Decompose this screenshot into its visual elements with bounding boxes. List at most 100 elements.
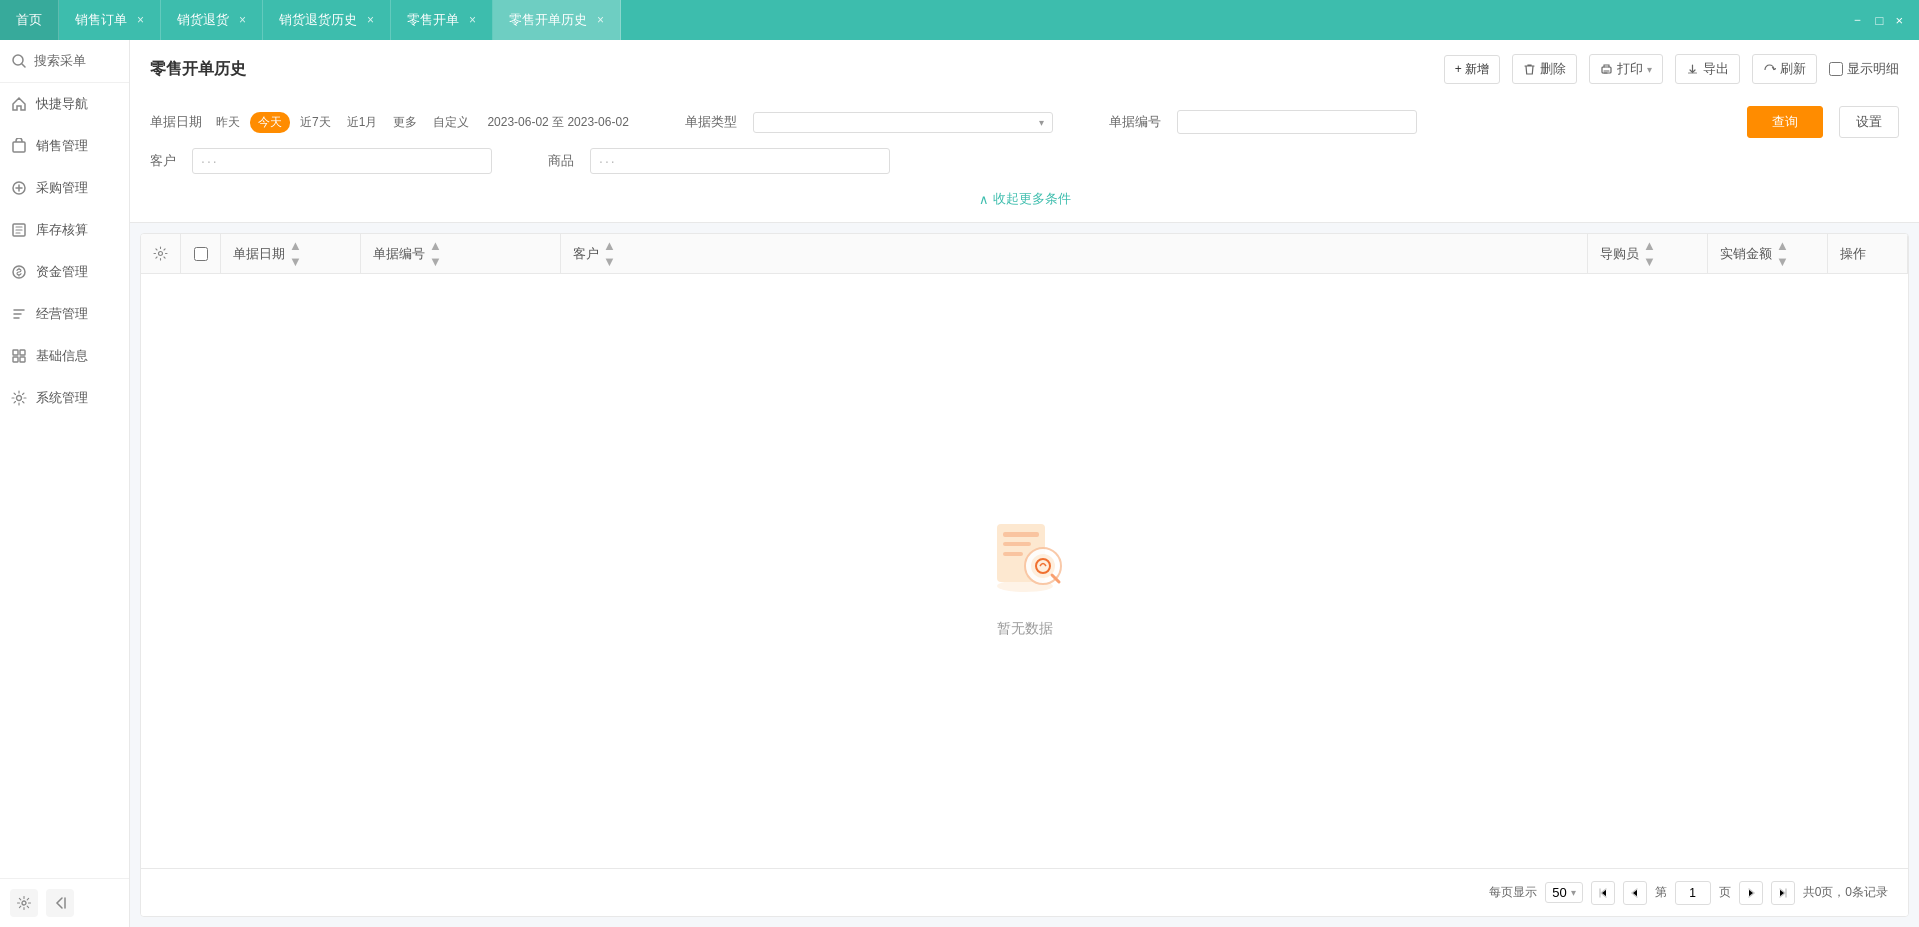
customer-field: 客户 ··· <box>150 148 492 174</box>
th-date[interactable]: 单据日期 ▲ ▼ <box>221 234 361 274</box>
svg-rect-9 <box>20 357 25 362</box>
print-button[interactable]: 打印 ▾ <box>1589 54 1663 84</box>
goods-input[interactable]: ··· <box>590 148 890 174</box>
th-guide-sort[interactable]: ▲ ▼ <box>1643 238 1656 269</box>
goods-label: 商品 <box>548 152 574 170</box>
settings-button[interactable]: 设置 <box>1839 106 1899 138</box>
refresh-icon <box>1763 63 1776 76</box>
sidebar-item-inventory[interactable]: 库存核算 <box>0 209 129 251</box>
tab-sales-order-close[interactable]: × <box>137 13 144 27</box>
first-page-btn[interactable] <box>1591 881 1615 905</box>
sidebar-item-finance-label: 资金管理 <box>36 263 88 281</box>
add-button[interactable]: + 新增 <box>1444 55 1500 84</box>
date-btn-7days[interactable]: 近7天 <box>294 112 337 133</box>
purchase-icon <box>10 179 28 197</box>
basic-icon <box>10 347 28 365</box>
toolbar: + 新增 删除 打印 ▾ <box>1444 54 1899 84</box>
date-range: 2023-06-02 至 2023-06-02 <box>487 114 628 131</box>
date-btn-custom[interactable]: 自定义 <box>427 112 475 133</box>
tab-sales-return-history[interactable]: 销货退货历史 × <box>263 0 391 40</box>
per-page-value: 50 <box>1552 885 1566 900</box>
pagination: 每页显示 50 ▾ 第 页 <box>141 868 1908 916</box>
svg-point-15 <box>159 252 163 256</box>
tab-sales-order-label: 销售订单 <box>75 11 127 29</box>
sidebar-item-system[interactable]: 系统管理 <box>0 377 129 419</box>
customer-input[interactable]: ··· <box>192 148 492 174</box>
print-arrow[interactable]: ▾ <box>1647 64 1652 75</box>
th-amount[interactable]: 实销金额 ▲ ▼ <box>1708 234 1828 274</box>
sidebar-item-operation[interactable]: 经营管理 <box>0 293 129 335</box>
tab-retail-open[interactable]: 零售开单 × <box>391 0 493 40</box>
sidebar-item-finance[interactable]: 资金管理 <box>0 251 129 293</box>
sidebar-item-sales-label: 销售管理 <box>36 137 88 155</box>
tab-sales-return-history-close[interactable]: × <box>367 13 374 27</box>
num-field: 单据编号 <box>1109 110 1417 134</box>
tab-retail-open-close[interactable]: × <box>469 13 476 27</box>
delete-button[interactable]: 删除 <box>1512 54 1577 84</box>
display-detail-input[interactable] <box>1829 62 1843 76</box>
prev-page-btn[interactable] <box>1623 881 1647 905</box>
tab-retail-history[interactable]: 零售开单历史 × <box>493 0 621 40</box>
settings-bottom-btn[interactable] <box>10 889 38 917</box>
tab-sales-return[interactable]: 销货退货 × <box>161 0 263 40</box>
tab-retail-open-label: 零售开单 <box>407 11 459 29</box>
query-section: 单据日期 昨天 今天 近7天 近1月 更多 自定义 2023-06-02 至 2… <box>150 96 1899 222</box>
collapse-button[interactable]: ∧ 收起更多条件 <box>979 190 1071 208</box>
th-guide[interactable]: 导购员 ▲ ▼ <box>1588 234 1708 274</box>
per-page-select[interactable]: 50 ▾ <box>1545 882 1582 903</box>
inventory-icon <box>10 221 28 239</box>
sidebar-item-inventory-label: 库存核算 <box>36 221 88 239</box>
th-date-label: 单据日期 <box>233 245 285 263</box>
th-num-sort[interactable]: ▲ ▼ <box>429 238 442 269</box>
select-all-checkbox[interactable] <box>194 247 208 261</box>
search-label: 搜索采单 <box>34 52 86 70</box>
th-settings[interactable] <box>141 234 181 274</box>
page-header: 零售开单历史 + 新增 删除 打印 <box>130 40 1919 223</box>
date-btn-1month[interactable]: 近1月 <box>341 112 384 133</box>
goods-field: 商品 ··· <box>548 148 890 174</box>
sidebar-item-sales[interactable]: 销售管理 <box>0 125 129 167</box>
svg-line-1 <box>22 64 25 67</box>
date-btn-yesterday[interactable]: 昨天 <box>210 112 246 133</box>
next-page-btn[interactable] <box>1739 881 1763 905</box>
collapse-sidebar-btn[interactable] <box>46 889 74 917</box>
sidebar-item-quick-nav[interactable]: 快捷导航 <box>0 83 129 125</box>
th-customer-sort[interactable]: ▲ ▼ <box>603 238 616 269</box>
date-btn-more[interactable]: 更多 <box>387 112 423 133</box>
operation-icon <box>10 305 28 323</box>
type-label: 单据类型 <box>685 113 737 131</box>
tab-sales-return-close[interactable]: × <box>239 13 246 27</box>
export-button[interactable]: 导出 <box>1675 54 1740 84</box>
date-btn-today[interactable]: 今天 <box>250 112 290 133</box>
th-amount-sort[interactable]: ▲ ▼ <box>1776 238 1789 269</box>
goods-placeholder: ··· <box>599 153 617 169</box>
window-close[interactable]: × <box>1895 13 1903 28</box>
type-arrow: ▾ <box>1039 117 1044 128</box>
sidebar-item-basic[interactable]: 基础信息 <box>0 335 129 377</box>
first-page-icon <box>1597 887 1609 899</box>
tab-retail-history-close[interactable]: × <box>597 13 604 27</box>
tab-sales-order[interactable]: 销售订单 × <box>59 0 161 40</box>
collapse-row: ∧ 收起更多条件 <box>150 184 1899 212</box>
query-button[interactable]: 查询 <box>1747 106 1823 138</box>
th-num[interactable]: 单据编号 ▲ ▼ <box>361 234 561 274</box>
svg-rect-13 <box>1602 67 1611 73</box>
display-detail-checkbox[interactable]: 显示明细 <box>1829 60 1899 78</box>
sidebar-item-basic-label: 基础信息 <box>36 347 88 365</box>
window-max[interactable]: □ <box>1876 13 1884 28</box>
sidebar-search[interactable]: 搜索采单 <box>0 40 129 83</box>
th-checkbox[interactable] <box>181 234 221 274</box>
type-select[interactable]: ▾ <box>753 112 1053 133</box>
num-input[interactable] <box>1177 110 1417 134</box>
th-customer[interactable]: 客户 ▲ ▼ <box>561 234 1588 274</box>
page-input[interactable] <box>1675 881 1711 905</box>
window-min[interactable]: － <box>1851 11 1864 29</box>
svg-rect-6 <box>13 350 18 355</box>
th-date-sort[interactable]: ▲ ▼ <box>289 238 302 269</box>
collapse-label: 收起更多条件 <box>993 190 1071 208</box>
last-page-icon <box>1777 887 1789 899</box>
last-page-btn[interactable] <box>1771 881 1795 905</box>
sidebar-item-purchase[interactable]: 采购管理 <box>0 167 129 209</box>
tab-home[interactable]: 首页 <box>0 0 59 40</box>
refresh-button[interactable]: 刷新 <box>1752 54 1817 84</box>
